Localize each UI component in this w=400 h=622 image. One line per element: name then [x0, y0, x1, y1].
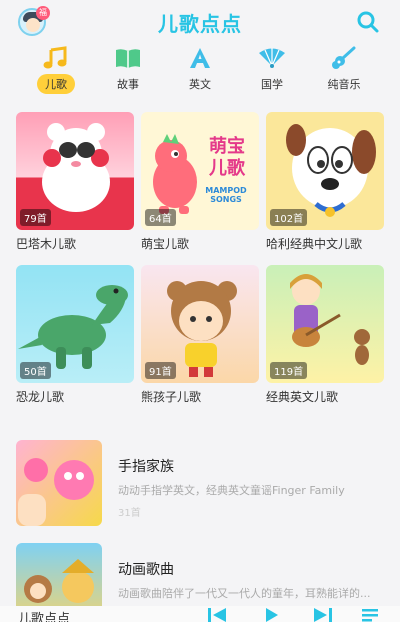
guitar-icon	[332, 46, 356, 69]
track-count: 91首	[145, 362, 176, 379]
album-title: 巴塔木儿歌	[16, 237, 77, 251]
tab-label: 英文	[189, 78, 211, 91]
list-description: 动动手指学英文，经典英文童谣Finger Family	[118, 484, 345, 497]
header: 福 儿歌点点	[0, 0, 400, 44]
previous-icon[interactable]	[206, 608, 228, 622]
album-cover: 119首	[266, 265, 384, 383]
music-note-icon	[43, 46, 67, 69]
tab-label: 纯音乐	[327, 78, 361, 91]
fan-icon	[259, 48, 285, 68]
album-title: 恐龙儿歌	[16, 390, 65, 404]
list-title: 手指家族	[118, 459, 174, 475]
album-card[interactable]: 102首 哈利经典中文儿歌	[266, 112, 384, 252]
album-cover: 萌宝 儿歌 MAMPOD SONGS 64首	[141, 112, 259, 230]
tab-label: 故事	[117, 78, 139, 91]
album-card[interactable]: 50首 恐龙儿歌	[16, 265, 134, 405]
tab-english[interactable]: 英文	[170, 46, 230, 94]
album-title: 经典英文儿歌	[266, 390, 339, 404]
album-cover: 79首	[16, 112, 134, 230]
list-count: 31首	[118, 508, 141, 519]
next-icon[interactable]	[312, 608, 334, 622]
track-count: 79首	[20, 209, 51, 226]
search-icon[interactable]	[356, 10, 380, 34]
cover-title: 萌宝 儿歌	[209, 136, 245, 179]
track-count: 64首	[145, 209, 176, 226]
player-title: 儿歌点点	[18, 612, 71, 622]
tab-pure-music[interactable]: 纯音乐	[314, 46, 374, 94]
playlist-icon[interactable]	[360, 608, 382, 622]
play-icon[interactable]	[260, 608, 282, 622]
album-title: 哈利经典中文儿歌	[266, 237, 363, 251]
album-cover: 91首	[141, 265, 259, 383]
track-count: 50首	[20, 362, 51, 379]
list-title: 动画歌曲	[118, 562, 174, 578]
album-card[interactable]: 91首 熊孩子儿歌	[141, 265, 259, 405]
app-logo: 儿歌点点	[158, 12, 242, 36]
track-count: 119首	[270, 362, 308, 379]
cover-subtitle: MAMPOD SONGS	[205, 186, 247, 204]
track-count: 102首	[270, 209, 308, 226]
tab-story[interactable]: 故事	[98, 46, 158, 94]
album-card[interactable]: 79首 巴塔木儿歌	[16, 112, 134, 252]
tab-label: 儿歌	[37, 74, 75, 94]
category-tabs: 儿歌 故事 英文 国学 纯音乐	[0, 46, 400, 96]
album-cover: 102首	[266, 112, 384, 230]
tab-label: 国学	[261, 78, 283, 91]
tab-erge[interactable]: 儿歌	[26, 46, 86, 94]
album-card[interactable]: 萌宝 儿歌 MAMPOD SONGS 64首 萌宝儿歌	[141, 112, 259, 252]
album-card[interactable]: 119首 经典英文儿歌	[266, 265, 384, 405]
book-icon	[116, 49, 140, 68]
album-title: 熊孩子儿歌	[141, 390, 202, 404]
letter-a-icon	[190, 48, 210, 68]
tab-guoxue[interactable]: 国学	[242, 46, 302, 94]
list-description: 动画歌曲陪伴了一代又一代人的童年，耳熟能详的...	[118, 587, 371, 600]
album-cover: 50首	[16, 265, 134, 383]
finger-family-illustration	[18, 458, 94, 526]
list-thumbnail	[16, 440, 102, 526]
list-item[interactable]: 手指家族 动动手指学英文，经典英文童谣Finger Family 31首	[16, 440, 386, 530]
album-title: 萌宝儿歌	[141, 237, 190, 251]
mini-player: 儿歌点点	[0, 606, 400, 622]
